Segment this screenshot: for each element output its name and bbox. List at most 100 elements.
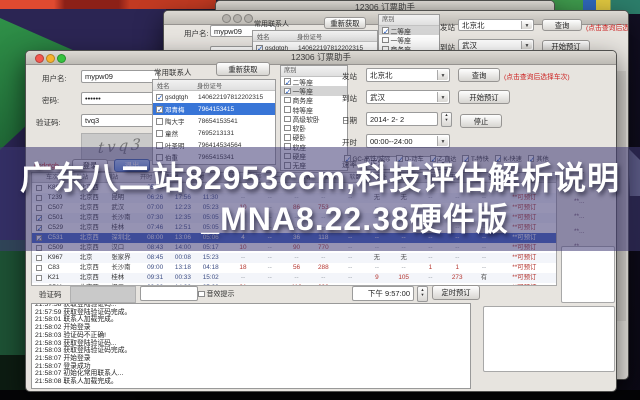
train-checkbox-cell xyxy=(32,283,46,285)
seat-count: -- xyxy=(347,254,353,261)
bookable-note: **可预订 xyxy=(512,264,537,271)
chevron-down-icon[interactable]: ▼ xyxy=(521,21,532,29)
contact-row[interactable]: gsdgtgh 140622197812202315 xyxy=(153,91,275,103)
close-icon[interactable] xyxy=(222,14,231,23)
stop-button[interactable]: 停止 xyxy=(460,114,502,128)
from-station: 北京西 xyxy=(79,274,99,281)
maximize-icon[interactable] xyxy=(244,14,253,23)
seat-class-row[interactable]: 一等座 xyxy=(379,35,439,45)
from-station-select[interactable]: 北京北 ▼ xyxy=(458,19,534,31)
to-station: 桂林 xyxy=(111,274,125,281)
seat-count: 1 xyxy=(428,264,433,271)
contact-checkbox[interactable] xyxy=(156,129,163,137)
seat-checkbox[interactable] xyxy=(284,96,291,104)
train-checkbox[interactable] xyxy=(35,254,43,261)
contact-checkbox[interactable] xyxy=(156,93,163,102)
seat-class-row[interactable]: 特等座 xyxy=(281,105,347,115)
train-number: K967 xyxy=(47,254,63,261)
contacts-list-header: 姓名 身份证号 xyxy=(253,31,377,42)
from-station-label: 发站 xyxy=(342,72,357,81)
refresh-contacts-button[interactable]: 重新获取 xyxy=(216,62,270,76)
contact-id: 7695213131 xyxy=(198,129,235,137)
to-station-label: 到站 xyxy=(342,94,357,103)
seat-count: -- xyxy=(374,264,379,271)
seat-checkbox[interactable] xyxy=(382,27,389,35)
seat-checkbox[interactable] xyxy=(382,36,389,44)
close-icon[interactable] xyxy=(35,54,44,63)
refresh-contacts-button[interactable]: 重新获取 xyxy=(324,17,366,29)
username-field[interactable] xyxy=(81,70,159,83)
id-column-header: 身份证号 xyxy=(297,34,323,41)
bottom-captcha-image[interactable] xyxy=(70,286,136,303)
chevron-down-icon[interactable]: ▼ xyxy=(437,136,448,146)
train-checkbox[interactable] xyxy=(35,284,43,285)
train-checkbox[interactable] xyxy=(35,264,43,271)
captcha-field[interactable] xyxy=(81,114,159,127)
contact-name: 邓青梅 xyxy=(165,107,185,114)
seat-checkbox[interactable] xyxy=(284,106,291,113)
contact-checkbox[interactable] xyxy=(156,105,163,114)
time-range-select[interactable]: 00:00--24:00 ▼ xyxy=(366,134,450,148)
query-button[interactable]: 查询 xyxy=(542,19,582,31)
duration: 04:18 xyxy=(202,264,219,271)
to-station-select[interactable]: 武汉 ▼ xyxy=(366,90,450,104)
seat-checkbox[interactable] xyxy=(284,115,291,123)
seat-class-row[interactable]: 硬卧 xyxy=(281,133,347,142)
date-field[interactable]: 2014- 2- 2 xyxy=(366,112,438,126)
time-range-value: 00:00--24:00 xyxy=(370,137,413,146)
watermark-overlay: 广东八二站82953ccm,科技评估解析说明 _MNA8.22.38硬件版 xyxy=(0,147,640,251)
seat-class-row[interactable]: 高级软卧 xyxy=(281,114,347,124)
seat-count: -- xyxy=(428,274,433,281)
seat-checkbox[interactable] xyxy=(284,78,291,86)
bottom-captcha-field[interactable] xyxy=(140,286,198,301)
minimize-icon[interactable] xyxy=(46,54,55,63)
train-checkbox[interactable] xyxy=(35,274,43,281)
start-booking-button[interactable]: 开始预订 xyxy=(458,90,510,104)
password-label: 密码: xyxy=(42,96,60,105)
log-line: 21:58:07 初始化常用联系人... xyxy=(35,370,124,378)
schedule-time-field[interactable]: 下午 9:57:00 xyxy=(352,286,414,301)
from-station: 北京西 xyxy=(80,283,110,285)
seat-class-row[interactable]: 二等座 xyxy=(281,77,347,87)
seat-class-row[interactable]: 一等座 xyxy=(281,86,347,96)
seat-class-row[interactable]: 二等座 xyxy=(379,26,439,36)
seat-checkbox[interactable] xyxy=(284,87,291,96)
seat-checkbox[interactable] xyxy=(284,134,291,141)
to-station: 长沙南 xyxy=(111,264,131,271)
seat-list-header: 席别 xyxy=(281,66,347,77)
seat-count: 9 xyxy=(375,274,379,281)
seat-count: -- xyxy=(401,264,406,271)
contact-row[interactable]: 陶大宇 78654153541 xyxy=(153,115,275,127)
date-stepper[interactable]: ▲ ▼ xyxy=(441,112,452,127)
chevron-down-icon[interactable]: ▼ xyxy=(437,92,448,102)
train-table-row[interactable]: K967 北京 张家界 08:45 00:08 15:23 -- -- -- -… xyxy=(32,253,556,263)
seat-count: -- xyxy=(267,254,272,261)
sound-checkbox[interactable] xyxy=(198,290,205,298)
query-button[interactable]: 查询 xyxy=(458,68,500,82)
bottom-captcha-label: 验证码 xyxy=(39,290,62,299)
chevron-down-icon[interactable]: ▼ xyxy=(437,70,448,80)
train-table-row[interactable]: K21 北京西 桂林 09:31 00:33 15:02 -- -- -- --… xyxy=(32,273,556,283)
sound-alert-option[interactable]: 音效提示 xyxy=(198,289,235,299)
seat-count: 1 xyxy=(455,264,459,271)
contact-id: 140622197812202315 xyxy=(198,93,264,101)
time-stepper[interactable]: ▲ ▼ xyxy=(417,286,428,302)
minimize-icon[interactable] xyxy=(233,14,242,23)
chevron-down-icon[interactable]: ▼ xyxy=(521,41,532,49)
from-station-select[interactable]: 北京北 ▼ xyxy=(366,68,450,82)
main-titlebar[interactable]: 12306 订票助手 xyxy=(26,51,616,65)
seat-class-row[interactable]: 商务座 xyxy=(281,96,347,105)
contact-row[interactable]: 童然 7695213131 xyxy=(153,127,275,139)
contact-name: 陶大宇 xyxy=(165,119,185,126)
maximize-icon[interactable] xyxy=(57,54,66,63)
arrive-time: 00:33 xyxy=(174,274,191,281)
timed-booking-button[interactable]: 定时预订 xyxy=(432,285,480,300)
train-table-row[interactable]: C83 北京西 长沙南 09:00 13:18 04:18 18 -- 56 2… xyxy=(32,263,556,273)
seat-count: 无 xyxy=(400,254,407,261)
contact-checkbox[interactable] xyxy=(156,117,163,125)
log-panel[interactable]: 21:57:58 获取登陆验证码... 21:57:59 获取登陆验证码完成。 21… xyxy=(31,303,471,389)
seat-class-row[interactable]: 软卧 xyxy=(281,123,347,133)
contact-row[interactable]: 邓青梅 7964153415 xyxy=(153,103,275,115)
seat-checkbox[interactable] xyxy=(284,124,291,132)
password-field[interactable] xyxy=(81,92,159,105)
